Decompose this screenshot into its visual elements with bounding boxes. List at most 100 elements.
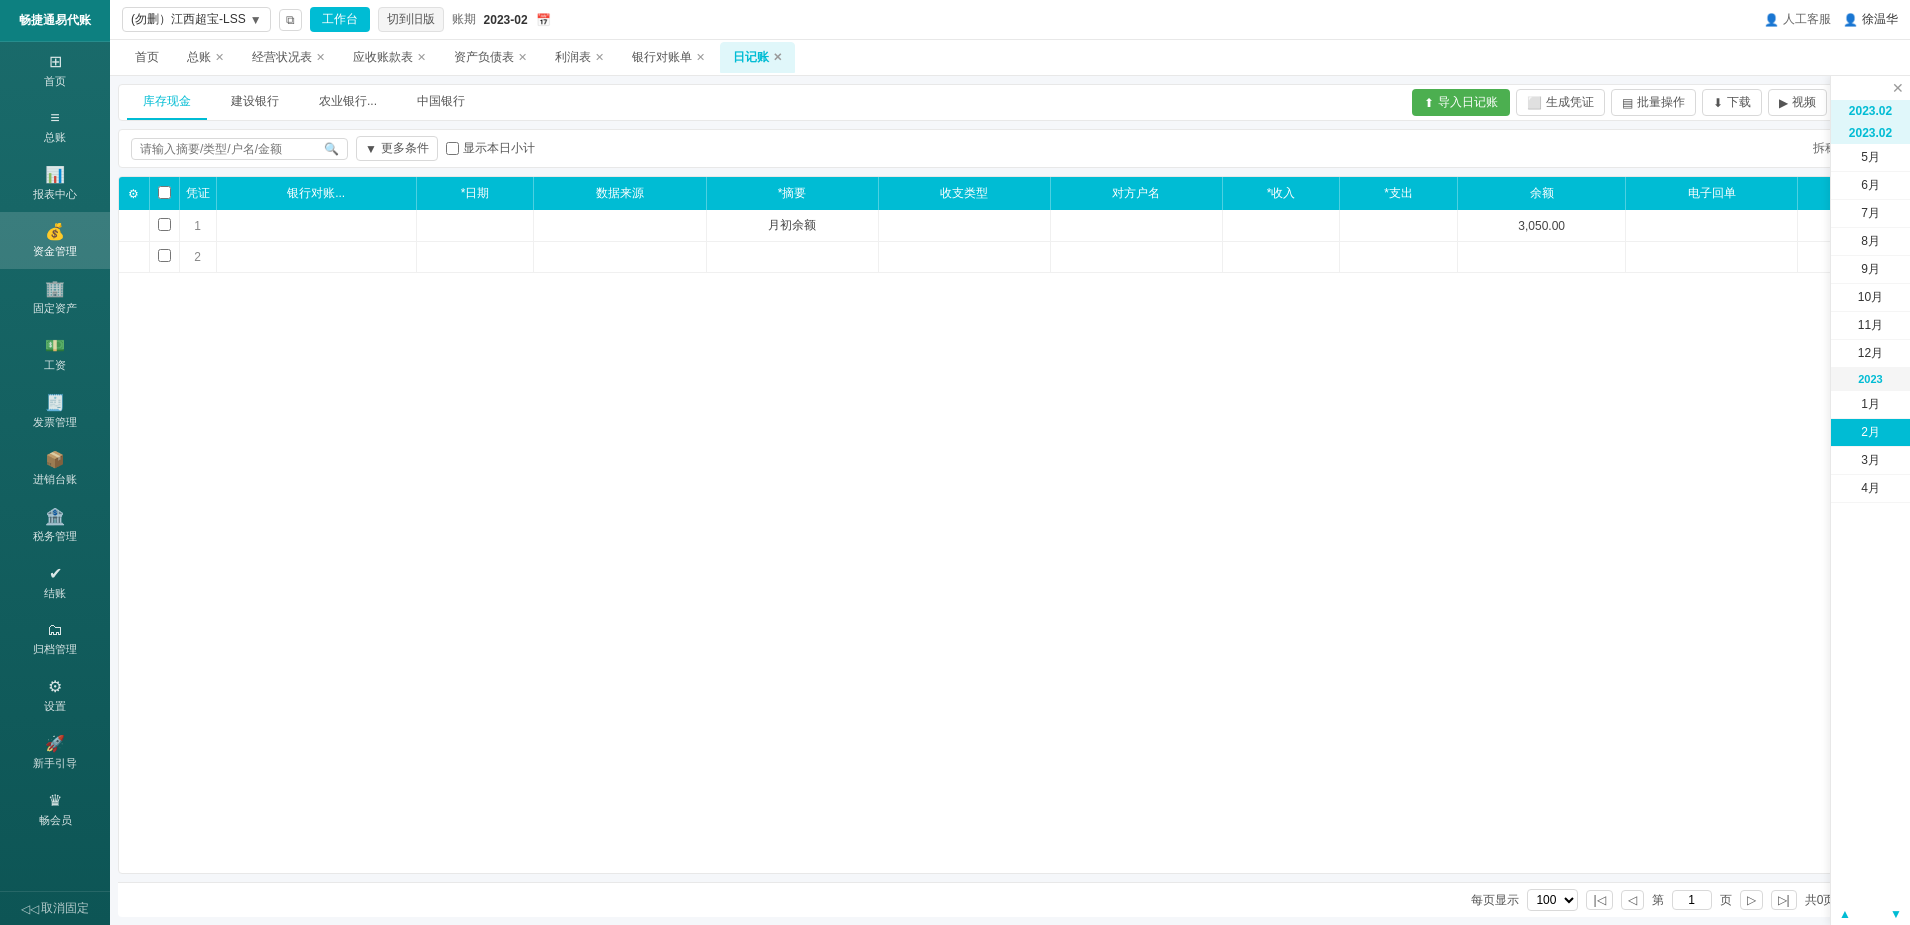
video-button[interactable]: ▶ 视频 — [1768, 89, 1827, 116]
date-panel-month-1[interactable]: 1月 — [1831, 391, 1910, 419]
sidebar-item-invoice[interactable]: 🧾 发票管理 — [0, 383, 110, 440]
row-checkbox[interactable] — [158, 218, 171, 231]
tab-journal[interactable]: 日记账 ✕ — [720, 42, 795, 73]
date-panel-month-11[interactable]: 11月 — [1831, 312, 1910, 340]
col-settings[interactable]: ⚙ — [119, 177, 149, 210]
date-panel-up-icon[interactable]: ▲ — [1839, 907, 1851, 921]
tab-label: 资产负债表 — [454, 49, 514, 66]
tab-bank[interactable]: 银行对账单 ✕ — [619, 42, 718, 73]
show-daily-checkbox[interactable] — [446, 142, 459, 155]
report-icon: 📊 — [45, 165, 65, 184]
sidebar-item-sales[interactable]: 📦 进销台账 — [0, 440, 110, 497]
close-period-icon: ✔ — [49, 564, 62, 583]
user-name-label: 徐温华 — [1862, 11, 1898, 28]
sidebar-item-close[interactable]: ✔ 结账 — [0, 554, 110, 611]
date-panel-month-12[interactable]: 12月 — [1831, 340, 1910, 368]
tab-close-icon[interactable]: ✕ — [518, 51, 527, 64]
tab-status[interactable]: 经营状况表 ✕ — [239, 42, 338, 73]
tab-receivable[interactable]: 应收账款表 ✕ — [340, 42, 439, 73]
date-panel-month-3[interactable]: 3月 — [1831, 447, 1910, 475]
company-name: (勿删）江西超宝-LSS — [131, 11, 246, 28]
sidebar-item-guide[interactable]: 🚀 新手引导 — [0, 724, 110, 781]
date-panel-close-button[interactable]: ✕ — [1831, 76, 1910, 100]
tab-close-icon[interactable]: ✕ — [215, 51, 224, 64]
row-settings[interactable] — [119, 242, 149, 273]
sub-tab-abc[interactable]: 农业银行... — [303, 85, 393, 120]
main-content: (勿删）江西超宝-LSS ▼ ⧉ 工作台 切到旧版 账期 2023-02 📅 👤… — [110, 0, 1910, 925]
more-filter-button[interactable]: ▼ 更多条件 — [356, 136, 438, 161]
date-panel-month-10[interactable]: 10月 — [1831, 284, 1910, 312]
search-input[interactable] — [140, 142, 320, 156]
sidebar-item-settings[interactable]: ⚙ 设置 — [0, 667, 110, 724]
tab-close-icon[interactable]: ✕ — [595, 51, 604, 64]
user-profile[interactable]: 👤 徐温华 — [1843, 11, 1898, 28]
sidebar-item-label: 结账 — [44, 586, 66, 601]
next-page-button[interactable]: ▷ — [1740, 890, 1763, 910]
sub-tab-boc[interactable]: 中国银行 — [401, 85, 481, 120]
batch-op-button[interactable]: ▤ 批量操作 — [1611, 89, 1696, 116]
row-counterparty — [1050, 210, 1222, 242]
first-page-button[interactable]: |◁ — [1586, 890, 1612, 910]
unpin-button[interactable]: ◁◁ 取消固定 — [0, 891, 110, 925]
col-expense: *支出 — [1340, 177, 1458, 210]
row-checkbox-cell[interactable] — [149, 210, 179, 242]
sidebar-item-vip[interactable]: ♛ 畅会员 — [0, 781, 110, 838]
sub-tab-ccb[interactable]: 建设银行 — [215, 85, 295, 120]
date-panel-month-5[interactable]: 5月 — [1831, 144, 1910, 172]
date-panel-month-6[interactable]: 6月 — [1831, 172, 1910, 200]
payroll-icon: 💵 — [45, 336, 65, 355]
tab-label: 经营状况表 — [252, 49, 312, 66]
date-panel-down-icon[interactable]: ▼ — [1890, 907, 1902, 921]
row-settings[interactable] — [119, 210, 149, 242]
copy-button[interactable]: ⧉ — [279, 9, 302, 31]
date-panel-month-2[interactable]: 2月 — [1831, 419, 1910, 447]
row-checkbox[interactable] — [158, 249, 171, 262]
select-all-checkbox[interactable] — [158, 186, 171, 199]
page-input[interactable] — [1672, 890, 1712, 910]
date-panel-month-9[interactable]: 9月 — [1831, 256, 1910, 284]
switch-button[interactable]: 切到旧版 — [378, 7, 444, 32]
sidebar-item-label: 资金管理 — [33, 244, 77, 259]
tab-balance[interactable]: 资产负债表 ✕ — [441, 42, 540, 73]
tab-close-icon[interactable]: ✕ — [316, 51, 325, 64]
date-panel: ✕ 2023.02 2023.02 5月 6月 7月 8月 9月 10月 11月… — [1830, 76, 1910, 925]
unpin-label: 取消固定 — [41, 900, 89, 917]
fund-icon: 💰 — [45, 222, 65, 241]
sidebar-item-asset[interactable]: 🏢 固定资产 — [0, 269, 110, 326]
show-daily-checkbox-wrap[interactable]: 显示本日小计 — [446, 140, 535, 157]
sidebar-item-label: 总账 — [44, 130, 66, 145]
tab-close-icon[interactable]: ✕ — [696, 51, 705, 64]
date-panel-month-8[interactable]: 8月 — [1831, 228, 1910, 256]
generate-voucher-button[interactable]: ⬜ 生成凭证 — [1516, 89, 1605, 116]
sidebar-item-payroll[interactable]: 💵 工资 — [0, 326, 110, 383]
workbench-button[interactable]: 工作台 — [310, 7, 370, 32]
sub-tab-cash[interactable]: 库存现金 — [127, 85, 207, 120]
search-input-wrap[interactable]: 🔍 — [131, 138, 348, 160]
row-checkbox-cell[interactable] — [149, 242, 179, 273]
prev-page-button[interactable]: ◁ — [1621, 890, 1644, 910]
tab-ledger[interactable]: 总账 ✕ — [174, 42, 237, 73]
sidebar-item-home[interactable]: ⊞ 首页 — [0, 42, 110, 99]
date-panel-month-4[interactable]: 4月 — [1831, 475, 1910, 503]
sidebar-item-report[interactable]: 📊 报表中心 — [0, 155, 110, 212]
download-button[interactable]: ⬇ 下载 — [1702, 89, 1762, 116]
import-button[interactable]: ⬆ 导入日记账 — [1412, 89, 1510, 116]
last-page-button[interactable]: ▷| — [1771, 890, 1797, 910]
sidebar-item-fund[interactable]: 💰 资金管理 — [0, 212, 110, 269]
sidebar-item-archive[interactable]: 🗂 归档管理 — [0, 611, 110, 667]
tab-close-icon[interactable]: ✕ — [417, 51, 426, 64]
service-button[interactable]: 👤 人工客服 — [1764, 11, 1831, 28]
date-panel-month-7[interactable]: 7月 — [1831, 200, 1910, 228]
calendar-icon[interactable]: 📅 — [536, 13, 551, 27]
sidebar-item-tax[interactable]: 🏦 税务管理 — [0, 497, 110, 554]
per-page-select[interactable]: 100 50 200 — [1527, 889, 1578, 911]
tab-profit[interactable]: 利润表 ✕ — [542, 42, 617, 73]
sidebar-item-ledger[interactable]: ≡ 总账 — [0, 99, 110, 155]
company-selector[interactable]: (勿删）江西超宝-LSS ▼ — [122, 7, 271, 32]
page-content: 库存现金 建设银行 农业银行... 中国银行 ⬆ 导入日记账 ⬜ 生成凭证 ▤ … — [110, 76, 1910, 925]
tab-close-icon[interactable]: ✕ — [773, 51, 782, 64]
row-counterparty — [1050, 242, 1222, 273]
period-value: 2023-02 — [484, 13, 528, 27]
video-icon: ▶ — [1779, 96, 1788, 110]
tab-home[interactable]: 首页 — [122, 42, 172, 73]
